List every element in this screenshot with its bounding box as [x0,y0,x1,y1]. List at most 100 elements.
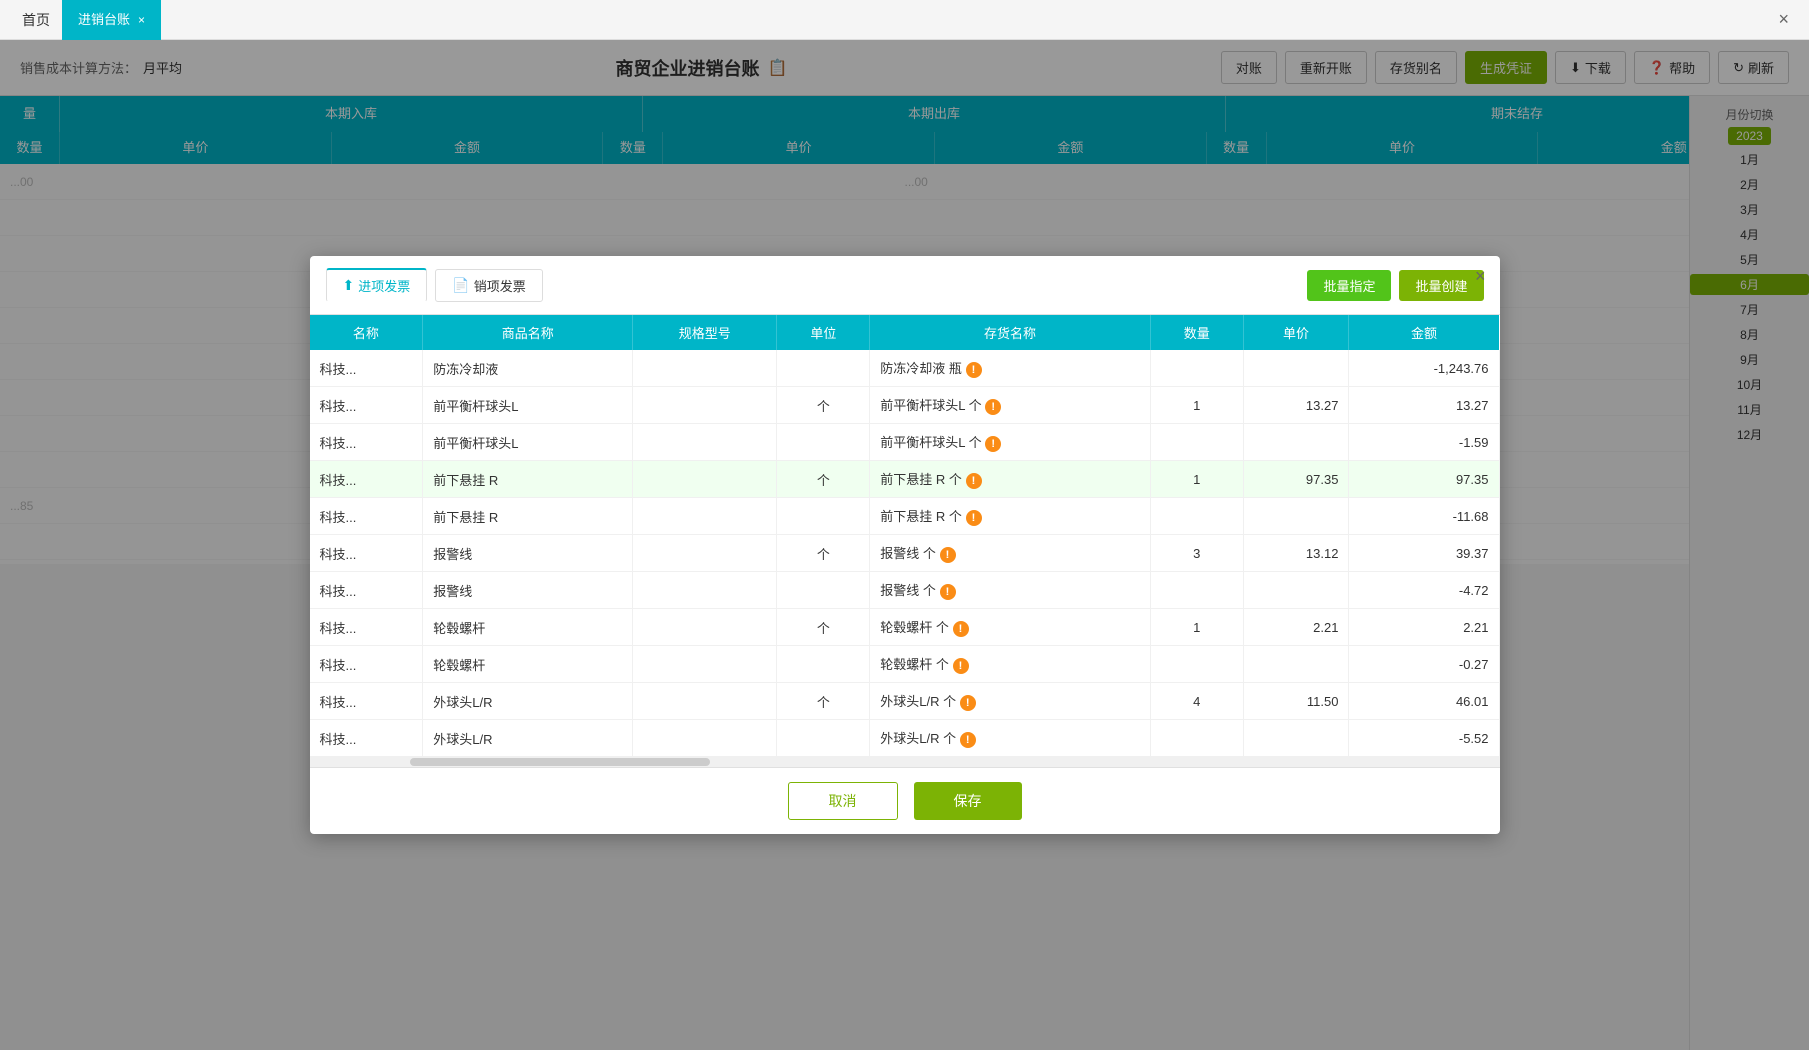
col-header-amount: 金额 [1349,315,1499,350]
cell-name: 科技... [310,535,423,572]
table-row[interactable]: 科技...前平衡杆球头L前平衡杆球头L 个 !-1.59 [310,424,1500,461]
cell-unit: 个 [777,609,870,646]
batch-create-button[interactable]: 批量创建 [1399,270,1483,301]
table-row[interactable]: 科技...防冻冷却液防冻冷却液 瓶 !-1,243.76 [310,350,1500,387]
table-row[interactable]: 科技...前平衡杆球头L个前平衡杆球头L 个 !113.2713.27 [310,387,1500,424]
warn-icon: ! [960,695,976,711]
cell-stock: 前平衡杆球头L 个 ! [870,424,1151,461]
save-button[interactable]: 保存 [914,782,1022,820]
modal-close-button[interactable]: × [1475,266,1486,287]
cell-stock: 前平衡杆球头L 个 ! [870,387,1151,424]
cell-price: 13.12 [1243,535,1349,572]
warn-icon: ! [953,658,969,674]
cell-name: 科技... [310,572,423,609]
cell-price [1243,646,1349,683]
cell-price: 11.50 [1243,683,1349,720]
tab-close-icon[interactable]: × [138,0,145,40]
table-row[interactable]: 科技...轮毂螺杆轮毂螺杆 个 !-0.27 [310,646,1500,683]
cell-unit [777,646,870,683]
cell-amount: 2.21 [1349,609,1499,646]
col-header-price: 单价 [1243,315,1349,350]
cell-stock: 轮毂螺杆 个 ! [870,609,1151,646]
cell-amount: 97.35 [1349,461,1499,498]
modal-table: 名称 商品名称 规格型号 单位 存货名称 数量 单价 金额 科技...防冻冷却液… [310,315,1500,757]
table-row[interactable]: 科技...报警线报警线 个 !-4.72 [310,572,1500,609]
top-bar: 首页 进销台账 × × [0,0,1809,40]
cell-price [1243,424,1349,461]
scrollbar-thumb[interactable] [410,758,710,766]
tab-out-icon: 📄 [452,277,469,294]
cell-name: 科技... [310,609,423,646]
cell-stock: 外球头L/R 个 ! [870,683,1151,720]
cell-unit: 个 [777,387,870,424]
cell-name: 科技... [310,720,423,757]
cell-spec [633,498,777,535]
cell-price: 13.27 [1243,387,1349,424]
cell-name: 科技... [310,498,423,535]
cell-qty [1150,498,1243,535]
cell-amount: -1,243.76 [1349,350,1499,387]
table-row[interactable]: 科技...前下悬挂 R前下悬挂 R 个 !-11.68 [310,498,1500,535]
modal-dialog: ⬆ 进项发票 📄 销项发票 批量指定 批量创建 × 名 [310,256,1500,834]
col-header-stock: 存货名称 [870,315,1151,350]
warn-icon: ! [966,362,982,378]
cell-spec [633,683,777,720]
tab-in-icon: ⬆ [343,277,355,294]
cell-qty: 1 [1150,609,1243,646]
cell-price [1243,350,1349,387]
modal-table-body: 科技...防冻冷却液防冻冷却液 瓶 !-1,243.76科技...前平衡杆球头L… [310,350,1500,757]
window-close-icon[interactable]: × [1768,9,1799,30]
cell-spec [633,535,777,572]
cell-amount: -4.72 [1349,572,1499,609]
table-row[interactable]: 科技...报警线个报警线 个 !313.1239.37 [310,535,1500,572]
cell-product: 前下悬挂 R [423,498,633,535]
modal-header: ⬆ 进项发票 📄 销项发票 批量指定 批量创建 × [310,256,1500,315]
cell-product: 外球头L/R [423,683,633,720]
cell-qty: 4 [1150,683,1243,720]
table-row[interactable]: 科技...外球头L/R个外球头L/R 个 !411.5046.01 [310,683,1500,720]
cell-stock: 前下悬挂 R 个 ! [870,461,1151,498]
tab-in-invoice[interactable]: ⬆ 进项发票 [326,268,428,302]
cell-qty [1150,720,1243,757]
tab-out-invoice[interactable]: 📄 销项发票 [435,269,542,302]
cell-price [1243,720,1349,757]
cell-name: 科技... [310,424,423,461]
warn-icon: ! [966,473,982,489]
cell-spec [633,424,777,461]
cell-name: 科技... [310,461,423,498]
warn-icon: ! [953,621,969,637]
cell-unit: 个 [777,683,870,720]
cell-spec [633,646,777,683]
cell-product: 报警线 [423,572,633,609]
cell-amount: 13.27 [1349,387,1499,424]
cell-price [1243,572,1349,609]
cell-spec [633,720,777,757]
horizontal-scrollbar[interactable] [310,757,1500,767]
modal-header-buttons: 批量指定 批量创建 [1307,270,1483,301]
table-row[interactable]: 科技...外球头L/R外球头L/R 个 !-5.52 [310,720,1500,757]
cell-product: 轮毂螺杆 [423,609,633,646]
home-tab[interactable]: 首页 [10,0,62,40]
cell-qty [1150,350,1243,387]
modal-overlay: ⬆ 进项发票 📄 销项发票 批量指定 批量创建 × 名 [0,40,1809,1050]
cell-unit: 个 [777,535,870,572]
modal-table-header-row: 名称 商品名称 规格型号 单位 存货名称 数量 单价 金额 [310,315,1500,350]
warn-icon: ! [985,399,1001,415]
cell-qty: 1 [1150,387,1243,424]
cell-spec [633,461,777,498]
warn-icon: ! [940,584,956,600]
warn-icon: ! [966,510,982,526]
batch-assign-button[interactable]: 批量指定 [1307,270,1391,301]
tab-in-label: 进项发票 [358,276,410,295]
cell-stock: 轮毂螺杆 个 ! [870,646,1151,683]
cancel-button[interactable]: 取消 [788,782,898,820]
col-header-unit: 单位 [777,315,870,350]
table-row[interactable]: 科技...轮毂螺杆个轮毂螺杆 个 !12.212.21 [310,609,1500,646]
table-row[interactable]: 科技...前下悬挂 R个前下悬挂 R 个 !197.3597.35 [310,461,1500,498]
cell-qty [1150,424,1243,461]
cell-amount: -1.59 [1349,424,1499,461]
cell-product: 轮毂螺杆 [423,646,633,683]
modal-table-head: 名称 商品名称 规格型号 单位 存货名称 数量 单价 金额 [310,315,1500,350]
cell-amount: -0.27 [1349,646,1499,683]
cell-product: 外球头L/R [423,720,633,757]
